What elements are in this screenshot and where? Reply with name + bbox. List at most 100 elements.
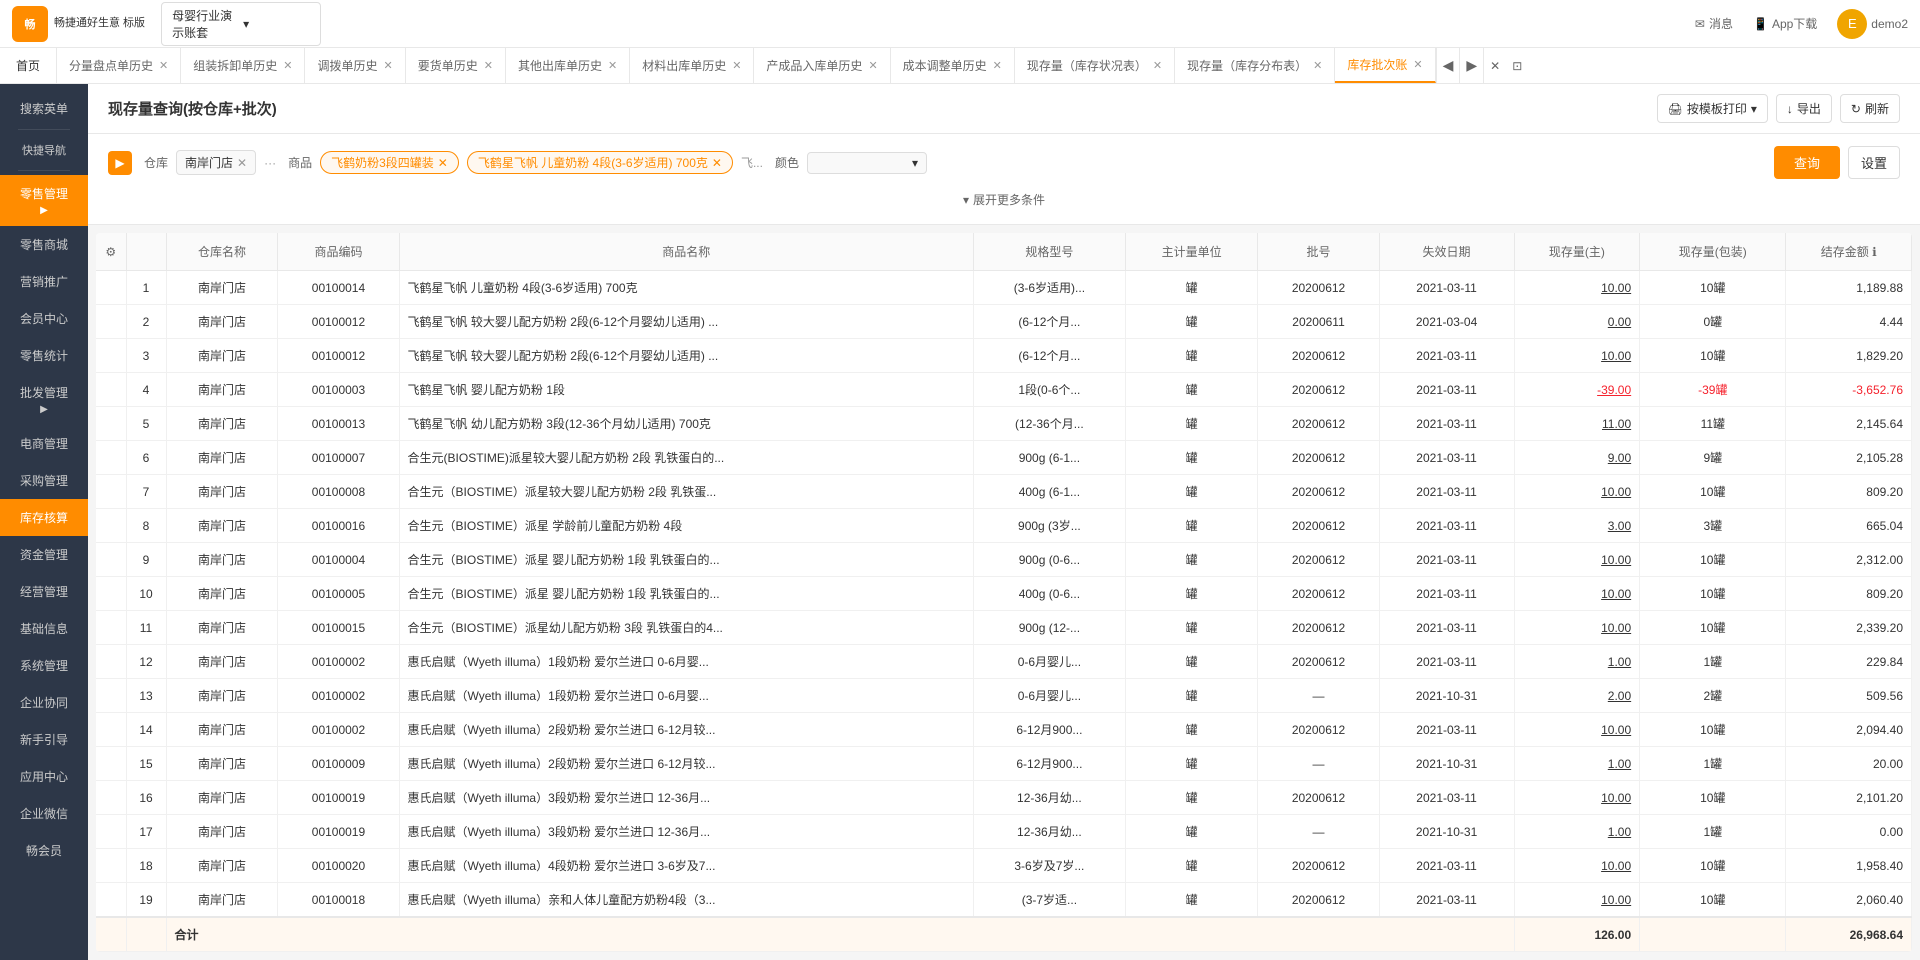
refresh-button[interactable]: ↻ 刷新 (1840, 94, 1900, 123)
tab-close-icon[interactable]: ✕ (159, 59, 168, 72)
tab-next-button[interactable]: ▶ (1459, 48, 1483, 83)
cell-batch: — (1258, 679, 1379, 713)
table-row: 13 南岸门店 00100002 惠氏启赋（Wyeth illuma）1段奶粉 … (96, 679, 1912, 713)
cell-expiry: 2021-03-11 (1379, 441, 1514, 475)
tab-close-icon[interactable]: ✕ (1313, 59, 1322, 72)
tab-close-all-button[interactable]: ✕ (1483, 48, 1506, 83)
product-chip-close[interactable]: ✕ (438, 156, 448, 170)
tab-chanchenpin-ruku[interactable]: 产成品入库单历史 ✕ (754, 48, 890, 83)
cell-spec: 12-36月幼... (973, 781, 1125, 815)
sidebar-item-label: 批发管理 (0, 384, 88, 401)
cell-qty-main[interactable]: 1.00 (1514, 645, 1640, 679)
sidebar-item-purchase[interactable]: 采购管理 (0, 462, 88, 499)
product-chip-1[interactable]: 飞鹤奶粉3段四罐装 ✕ (320, 151, 459, 174)
cell-qty-main[interactable]: 3.00 (1514, 509, 1640, 543)
tab-cailiao-chuku[interactable]: 材料出库单历史 ✕ (630, 48, 754, 83)
app-download-button[interactable]: 📱 App下载 (1753, 15, 1817, 32)
product-chip-2[interactable]: 飞鹤星飞帆 儿童奶粉 4段(3-6岁适用) 700克 ✕ (467, 151, 733, 174)
tab-close-icon[interactable]: ✕ (1153, 59, 1162, 72)
sidebar-item-ecommerce[interactable]: 电商管理 (0, 425, 88, 462)
tab-xiancunliang-status[interactable]: 现存量（库存状况表） ✕ (1015, 48, 1175, 83)
cell-qty-main[interactable]: 9.00 (1514, 441, 1640, 475)
tab-yaohuo[interactable]: 要货单历史 ✕ (406, 48, 506, 83)
tab-chengben-tiaozheng[interactable]: 成本调整单历史 ✕ (891, 48, 1015, 83)
tab-close-icon[interactable]: ✕ (484, 59, 493, 72)
sidebar-item-member[interactable]: 会员中心 (0, 300, 88, 337)
cell-qty-main[interactable]: 10.00 (1514, 713, 1640, 747)
sidebar-item-retail-stats[interactable]: 零售统计 (0, 337, 88, 374)
sidebar-item-app-center[interactable]: 应用中心 (0, 758, 88, 795)
export-button[interactable]: ↓ 导出 (1776, 94, 1832, 123)
cell-qty-main[interactable]: 1.00 (1514, 815, 1640, 849)
tab-qita-chuku[interactable]: 其他出库单历史 ✕ (506, 48, 630, 83)
sidebar-item-basic-info[interactable]: 基础信息 (0, 610, 88, 647)
sidebar-item-enterprise[interactable]: 企业协同 (0, 684, 88, 721)
tab-close-icon[interactable]: ✕ (384, 59, 393, 72)
sidebar-nav[interactable]: 快捷导航 (0, 134, 88, 166)
tab-zuzhuang[interactable]: 组装拆卸单历史 ✕ (181, 48, 305, 83)
cell-qty-main[interactable]: 10.00 (1514, 781, 1640, 815)
warehouse-select[interactable]: 母婴行业演示账套 ▾ (161, 2, 321, 46)
sidebar-item-retail-store[interactable]: 零售商城 (0, 226, 88, 263)
tab-close-icon[interactable]: ✕ (993, 59, 1002, 72)
tab-xiancunliang-dist[interactable]: 现存量（库存分布表） ✕ (1175, 48, 1335, 83)
cell-qty-main[interactable]: 10.00 (1514, 271, 1640, 305)
sidebar-item-marketing[interactable]: 营销推广 (0, 263, 88, 300)
cell-qty-main[interactable]: 10.00 (1514, 339, 1640, 373)
filter-expand-button[interactable]: ▶ (108, 151, 132, 175)
tab-close-icon[interactable]: ✕ (732, 59, 741, 72)
user-profile[interactable]: E demo2 (1837, 9, 1908, 39)
col-settings[interactable]: ⚙ (96, 233, 126, 271)
cell-qty-main[interactable]: 10.00 (1514, 611, 1640, 645)
cell-qty-pkg: 10罐 (1640, 543, 1786, 577)
warehouse-filter-tag[interactable]: 南岸门店 ✕ (176, 150, 256, 175)
cell-qty-main[interactable]: 10.00 (1514, 849, 1640, 883)
table-row: 15 南岸门店 00100009 惠氏启赋（Wyeth illuma）2段奶粉 … (96, 747, 1912, 781)
cell-qty-main[interactable]: 0.00 (1514, 305, 1640, 339)
tab-prev-button[interactable]: ◀ (1436, 48, 1460, 83)
sidebar-item-guide[interactable]: 新手引导 (0, 721, 88, 758)
sidebar-item-operations[interactable]: 经营管理 (0, 573, 88, 610)
tab-close-icon[interactable]: ✕ (283, 59, 292, 72)
query-button[interactable]: 查询 (1774, 146, 1840, 179)
tab-diaoboddan[interactable]: 调拨单历史 ✕ (305, 48, 405, 83)
cell-code: 00100020 (278, 849, 399, 883)
cell-unit: 罐 (1125, 271, 1258, 305)
cell-qty-main[interactable]: -39.00 (1514, 373, 1640, 407)
cell-batch: 20200612 (1258, 475, 1379, 509)
tab-close-icon[interactable]: ✕ (1413, 58, 1422, 71)
cell-qty-main[interactable]: 11.00 (1514, 407, 1640, 441)
expand-more-button[interactable]: ▾ 展开更多条件 (108, 187, 1900, 212)
sidebar-item-finance[interactable]: 资金管理 (0, 536, 88, 573)
sidebar-search[interactable]: 搜索英单 (0, 92, 88, 125)
page-header: 现存量查询(按仓库+批次) 🖨 按模板打印 ▾ ↓ 导出 ↻ 刷新 (88, 84, 1920, 134)
tab-expand-button[interactable]: ⊡ (1506, 48, 1528, 83)
cell-batch: 20200612 (1258, 407, 1379, 441)
tab-close-icon[interactable]: ✕ (608, 59, 617, 72)
warehouse-tag-close[interactable]: ✕ (237, 156, 247, 170)
tab-fenpan[interactable]: 分量盘点单历史 ✕ (57, 48, 181, 83)
cell-name: 惠氏启赋（Wyeth illuma）3段奶粉 爱尔兰进口 12-36月... (399, 781, 973, 815)
color-filter-input[interactable]: ▾ (807, 152, 927, 174)
cell-qty-main[interactable]: 10.00 (1514, 543, 1640, 577)
tab-home[interactable]: 首页 (0, 48, 57, 83)
cell-qty-main[interactable]: 10.00 (1514, 577, 1640, 611)
sidebar-item-changhui[interactable]: 畅会员 (0, 832, 88, 869)
cell-amount: 1,189.88 (1786, 271, 1912, 305)
cell-qty-main[interactable]: 1.00 (1514, 747, 1640, 781)
tab-kucun-pici[interactable]: 库存批次账 ✕ (1335, 48, 1435, 83)
sidebar-item-system[interactable]: 系统管理 (0, 647, 88, 684)
setting-button[interactable]: 设置 (1848, 146, 1900, 179)
cell-qty-main[interactable]: 10.00 (1514, 475, 1640, 509)
sidebar-item-inventory[interactable]: 库存核算 (0, 499, 88, 536)
cell-qty-main[interactable]: 10.00 (1514, 883, 1640, 918)
cell-qty-main[interactable]: 2.00 (1514, 679, 1640, 713)
cell-batch: 20200612 (1258, 441, 1379, 475)
product-chip-close[interactable]: ✕ (712, 156, 722, 170)
print-button[interactable]: 🖨 按模板打印 ▾ (1657, 94, 1768, 123)
sidebar-item-wholesale[interactable]: 批发管理 ▶ (0, 374, 88, 425)
tab-close-icon[interactable]: ✕ (868, 59, 877, 72)
sidebar-item-enterprise-wechat[interactable]: 企业微信 (0, 795, 88, 832)
message-button[interactable]: ✉ 消息 (1695, 15, 1733, 32)
sidebar-item-retail-mgmt[interactable]: 零售管理 ▶ (0, 175, 88, 226)
